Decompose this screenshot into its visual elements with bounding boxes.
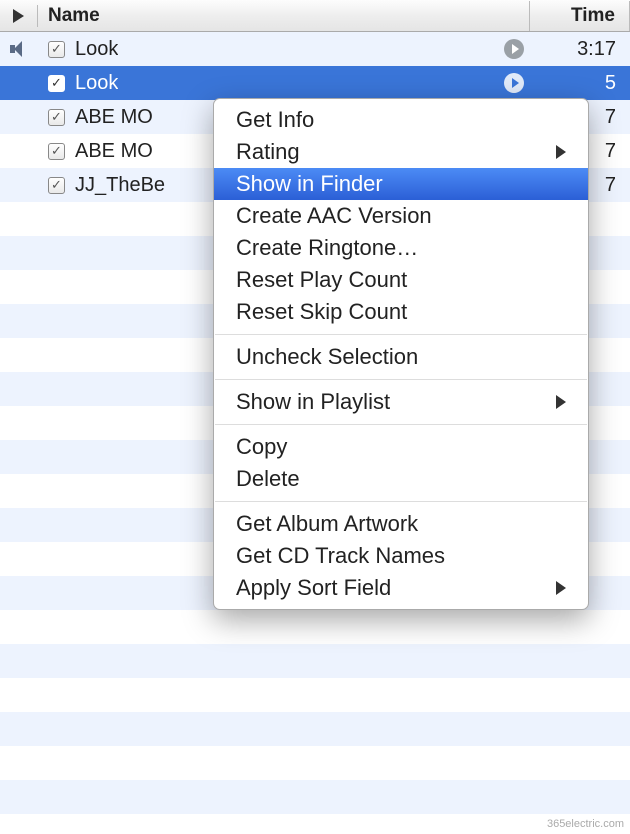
table-row: [0, 678, 630, 712]
menu-item[interactable]: Get Info: [214, 104, 588, 136]
track-name-label: ABE MO: [75, 140, 153, 163]
cell-time: 3:17: [530, 38, 630, 61]
track-name-label: ABE MO: [75, 106, 153, 129]
menu-item[interactable]: Reset Skip Count: [214, 296, 588, 328]
cell-play: [0, 41, 38, 57]
track-name-label: Look: [75, 38, 118, 61]
chevron-right-icon: [556, 145, 566, 159]
menu-item[interactable]: Get CD Track Names: [214, 540, 588, 572]
menu-item[interactable]: Rating: [214, 136, 588, 168]
table-row[interactable]: ✓ Look 3:17: [0, 32, 630, 66]
table-header: Name Time: [0, 0, 630, 32]
menu-separator: [215, 424, 587, 425]
menu-item[interactable]: Uncheck Selection: [214, 341, 588, 373]
track-checkbox[interactable]: ✓: [48, 109, 65, 126]
menu-item-label: Rating: [236, 139, 300, 165]
menu-item-label: Copy: [236, 434, 287, 460]
menu-item[interactable]: Delete: [214, 463, 588, 495]
chevron-right-icon: [556, 581, 566, 595]
menu-item[interactable]: Create AAC Version: [214, 200, 588, 232]
menu-item-label: Get Album Artwork: [236, 511, 418, 537]
arrow-circle-icon[interactable]: [504, 39, 524, 59]
context-menu: Get Info Rating Show in Finder Create AAC V…: [213, 98, 589, 610]
menu-item-label: Get Info: [236, 107, 314, 133]
menu-item-label: Create Ringtone…: [236, 235, 418, 261]
table-row: [0, 712, 630, 746]
menu-separator: [215, 334, 587, 335]
menu-item-label: Create AAC Version: [236, 203, 432, 229]
watermark: 365electric.com: [547, 818, 624, 830]
table-row: [0, 644, 630, 678]
table-row: [0, 610, 630, 644]
menu-item-label: Show in Playlist: [236, 389, 390, 415]
menu-separator: [215, 501, 587, 502]
table-row: [0, 780, 630, 814]
column-header-time[interactable]: Time: [530, 1, 630, 31]
menu-item[interactable]: Get Album Artwork: [214, 508, 588, 540]
menu-item-label: Reset Play Count: [236, 267, 407, 293]
menu-item[interactable]: Apply Sort Field: [214, 572, 588, 604]
menu-item-label: Reset Skip Count: [236, 299, 407, 325]
play-triangle-icon: [13, 9, 24, 23]
column-header-name[interactable]: Name: [38, 1, 530, 31]
track-name-label: JJ_TheBe: [75, 174, 165, 197]
track-name-label: Look: [75, 72, 118, 95]
menu-item[interactable]: Copy: [214, 431, 588, 463]
menu-item[interactable]: Show in Playlist: [214, 386, 588, 418]
track-checkbox[interactable]: ✓: [48, 177, 65, 194]
menu-item-label: Show in Finder: [236, 171, 383, 197]
cell-name: ✓ Look: [38, 72, 530, 95]
table-row: [0, 746, 630, 780]
menu-item-label: Apply Sort Field: [236, 575, 391, 601]
menu-item-label: Delete: [236, 466, 300, 492]
menu-item[interactable]: Show in Finder: [214, 168, 588, 200]
chevron-right-icon: [556, 395, 566, 409]
speaker-icon: [10, 41, 28, 57]
table-row[interactable]: ✓ Look 5: [0, 66, 630, 100]
arrow-circle-icon[interactable]: [504, 73, 524, 93]
column-header-play[interactable]: [0, 5, 38, 27]
menu-item[interactable]: Reset Play Count: [214, 264, 588, 296]
track-checkbox[interactable]: ✓: [48, 143, 65, 160]
cell-name: ✓ Look: [38, 38, 530, 61]
cell-time: 5: [530, 72, 630, 95]
menu-item[interactable]: Create Ringtone…: [214, 232, 588, 264]
menu-item-label: Get CD Track Names: [236, 543, 445, 569]
menu-separator: [215, 379, 587, 380]
track-checkbox[interactable]: ✓: [48, 41, 65, 58]
menu-item-label: Uncheck Selection: [236, 344, 418, 370]
track-checkbox[interactable]: ✓: [48, 75, 65, 92]
